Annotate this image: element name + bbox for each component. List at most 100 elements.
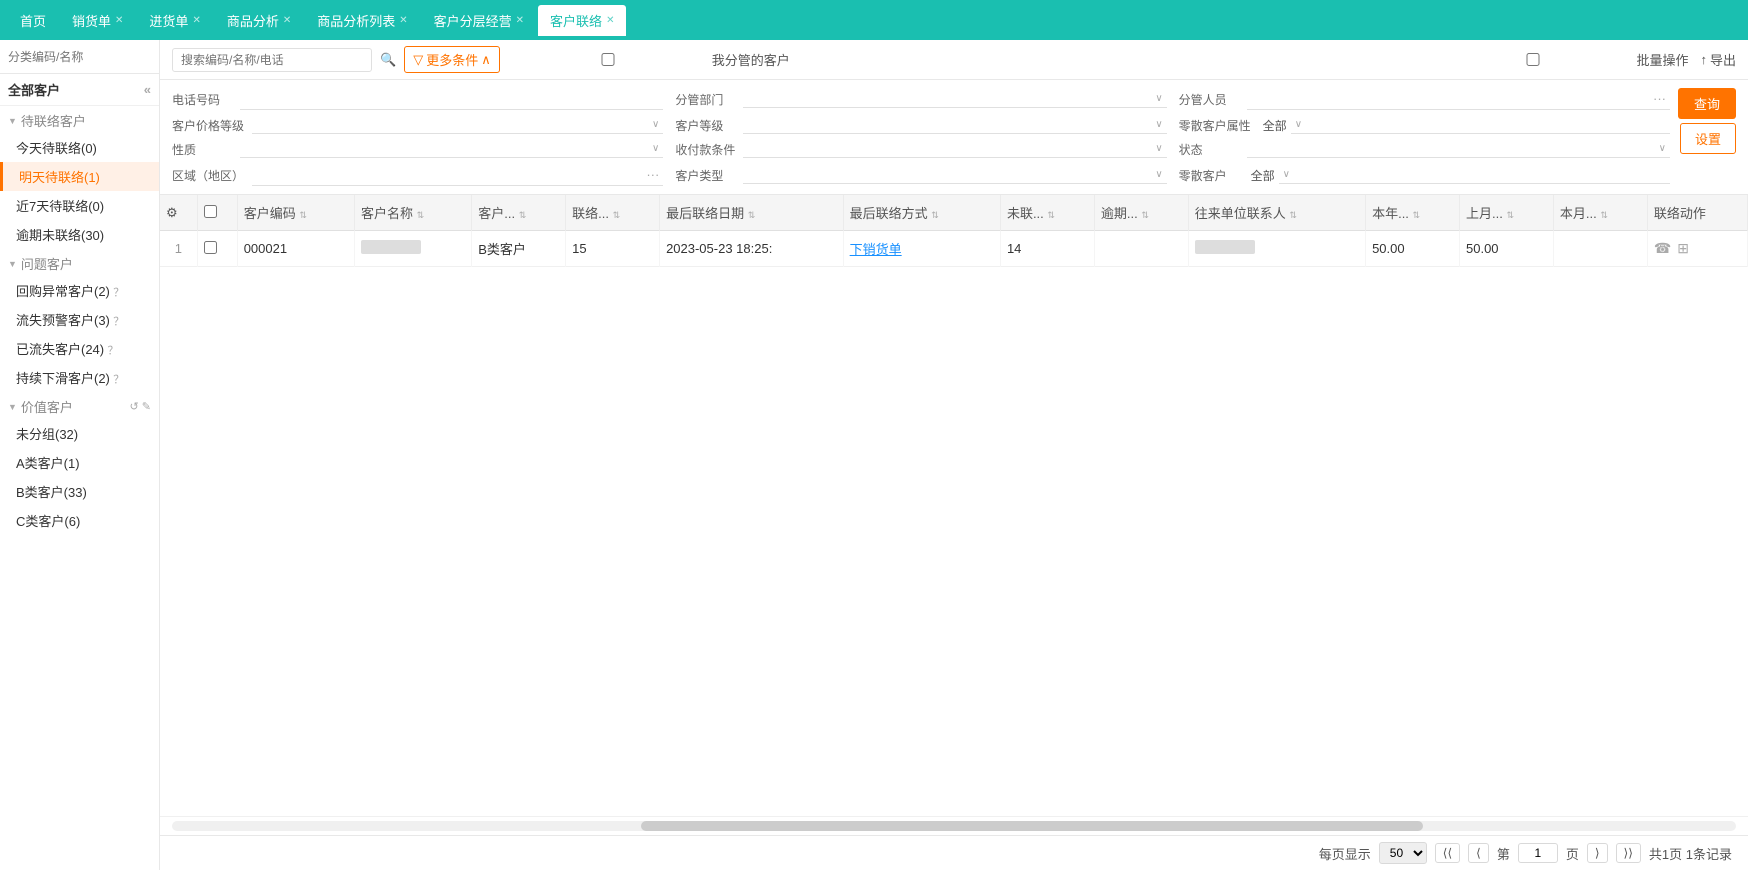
page-input[interactable] <box>1518 843 1558 863</box>
more-conditions-btn[interactable]: ▽ 更多条件 ∧ <box>404 46 500 73</box>
my-customers-checkbox[interactable] <box>508 53 708 66</box>
row-last-method[interactable]: 下销货单 <box>843 231 1000 267</box>
sort-name-icon[interactable]: ⇅ <box>417 210 425 220</box>
row-name-value <box>361 240 421 254</box>
col-contact-person: 往来单位联系人 ⇅ <box>1188 195 1365 231</box>
next-page-btn[interactable]: ⟩ <box>1587 843 1608 863</box>
sidebar-item-repurchase[interactable]: 回购异常客户(2) ？ <box>0 276 159 305</box>
filter-customer-grade: 客户等级 ∨ <box>675 116 1166 134</box>
nav-sales-close[interactable]: ✕ <box>115 15 123 26</box>
sort-contact-person-icon[interactable]: ⇅ <box>1289 210 1297 220</box>
scatter-customer-select[interactable]: ∨ <box>1279 166 1670 184</box>
row-contact-person-value <box>1195 240 1255 254</box>
sidebar-item-overdue[interactable]: 逾期未联络(30) <box>0 220 159 249</box>
sort-type-icon[interactable]: ⇅ <box>519 210 527 220</box>
col-checkbox[interactable] <box>197 195 237 231</box>
nav-goods-close[interactable]: ✕ <box>283 15 291 26</box>
dept-select[interactable]: ∨ <box>743 90 1166 108</box>
filter-dept: 分管部门 ∨ <box>675 90 1166 108</box>
sidebar-item-churn-warn[interactable]: 流失预警客户(3) ？ <box>0 305 159 334</box>
ungrouped-label: 未分组(32) <box>16 427 78 442</box>
customer-grade-chevron-icon: ∨ <box>1155 119 1162 130</box>
sort-code-icon[interactable]: ⇅ <box>299 210 307 220</box>
filter-scatter-attr: 零散客户属性 全部 ∨ <box>1179 116 1670 134</box>
nav-goods-label: 商品分析 <box>227 11 279 30</box>
sidebar-item-tomorrow[interactable]: 明天待联络(1) <box>0 162 159 191</box>
sidebar-item-grade-a[interactable]: A类客户(1) <box>0 448 159 477</box>
batch-op-btn[interactable]: 批量操作 <box>1433 50 1688 69</box>
region-dots-icon: ··· <box>646 167 659 182</box>
problem-triangle: ▼ <box>8 259 17 269</box>
sort-this-month-icon[interactable]: ⇅ <box>1600 210 1608 220</box>
nav-tier-label: 客户分层经营 <box>434 11 512 30</box>
batch-checkbox[interactable] <box>1433 53 1633 66</box>
nav-customer-tier[interactable]: 客户分层经营 ✕ <box>422 5 536 36</box>
query-button[interactable]: 查询 <box>1678 88 1736 119</box>
filter-icon: ▽ <box>413 52 423 68</box>
region-label: 区域（地区） <box>172 167 244 184</box>
payment-select[interactable]: ∨ <box>743 140 1166 158</box>
scatter-attr-label: 零散客户属性 <box>1179 117 1251 134</box>
table-header-row: ⚙ 客户编码 ⇅ 客户名称 ⇅ 客户... ⇅ <box>160 195 1748 231</box>
sort-not-contacted-icon[interactable]: ⇅ <box>1047 210 1055 220</box>
scatter-attr-select[interactable]: ∨ <box>1291 116 1670 134</box>
sidebar-item-today[interactable]: 今天待联络(0) <box>0 133 159 162</box>
collapse-btn[interactable]: « <box>144 82 151 97</box>
nature-select[interactable]: ∨ <box>240 140 663 158</box>
row-last-month: 50.00 <box>1460 231 1554 267</box>
nav-contact-close[interactable]: ✕ <box>606 15 614 26</box>
row-select-checkbox[interactable] <box>204 241 217 254</box>
manager-dots[interactable]: ··· <box>1247 88 1670 110</box>
search-input[interactable] <box>172 48 372 72</box>
sidebar-item-grade-c[interactable]: C类客户(6) <box>0 506 159 535</box>
nav-customer-contact[interactable]: 客户联络 ✕ <box>538 5 626 36</box>
export-btn[interactable]: ↑ 导出 <box>1700 50 1736 69</box>
sidebar-item-ungrouped[interactable]: 未分组(32) <box>0 419 159 448</box>
search-icon[interactable]: 🔍 <box>380 52 396 68</box>
region-dots[interactable]: ··· <box>252 164 663 186</box>
sort-this-year-icon[interactable]: ⇅ <box>1413 210 1421 220</box>
nav-tier-close[interactable]: ✕ <box>516 15 524 26</box>
sort-overdue-icon[interactable]: ⇅ <box>1141 210 1149 220</box>
action-grid-icon[interactable]: ⊞ <box>1677 240 1689 257</box>
select-all-checkbox[interactable] <box>204 205 217 218</box>
sort-last-date-icon[interactable]: ⇅ <box>748 210 756 220</box>
sort-last-month-icon[interactable]: ⇅ <box>1506 210 1514 220</box>
col-code-label: 客户编码 <box>244 206 296 221</box>
customer-type-select[interactable]: ∨ <box>743 166 1166 184</box>
page-size-select[interactable]: 50 <box>1379 842 1427 864</box>
nav-goods-analysis-list[interactable]: 商品分析列表 ✕ <box>305 5 419 36</box>
col-settings[interactable]: ⚙ <box>160 195 197 231</box>
row-contact-count: 15 <box>566 231 660 267</box>
nav-goods-analysis[interactable]: 商品分析 ✕ <box>215 5 303 36</box>
prev-page-btn[interactable]: ⟨ <box>1468 843 1489 863</box>
sidebar-item-grade-b[interactable]: B类客户(33) <box>0 477 159 506</box>
action-phone-icon[interactable]: ☎ <box>1654 240 1671 257</box>
per-page-label: 每页显示 <box>1319 844 1371 863</box>
row-not-contacted: 14 <box>1000 231 1094 267</box>
last-page-btn[interactable]: ⟩⟩ <box>1616 843 1641 863</box>
nav-purchase-close[interactable]: ✕ <box>192 15 200 26</box>
setting-button[interactable]: 设置 <box>1680 123 1736 154</box>
sidebar-item-declining[interactable]: 持续下滑客户(2) ？ <box>0 363 159 392</box>
grade-a-label: A类客户(1) <box>16 456 80 471</box>
sidebar-item-churned[interactable]: 已流失客户(24) ？ <box>0 334 159 363</box>
row-checkbox[interactable] <box>197 231 237 267</box>
price-grade-select[interactable]: ∨ <box>252 116 663 134</box>
sort-last-method-icon[interactable]: ⇅ <box>931 210 939 220</box>
first-page-btn[interactable]: ⟨⟨ <box>1435 843 1460 863</box>
sort-contact-icon[interactable]: ⇅ <box>613 210 621 220</box>
nav-purchase-order[interactable]: 进货单 ✕ <box>137 5 212 36</box>
status-select[interactable]: ∨ <box>1247 140 1670 158</box>
nav-goods-list-close[interactable]: ✕ <box>399 15 407 26</box>
advanced-filter-panel: 电话号码 分管部门 ∨ 分管人员 <box>160 80 1748 195</box>
nav-sales-order[interactable]: 销货单 ✕ <box>60 5 135 36</box>
sidebar-item-week7[interactable]: 近7天待联络(0) <box>0 191 159 220</box>
scrollbar-thumb[interactable] <box>641 821 1423 831</box>
sidebar-search-input[interactable] <box>8 50 160 64</box>
horizontal-scrollbar[interactable] <box>172 821 1736 831</box>
all-customers-header[interactable]: 全部客户 « <box>0 74 159 106</box>
phone-input[interactable] <box>240 89 663 110</box>
nav-home[interactable]: 首页 <box>8 5 58 36</box>
customer-grade-select[interactable]: ∨ <box>743 116 1166 134</box>
